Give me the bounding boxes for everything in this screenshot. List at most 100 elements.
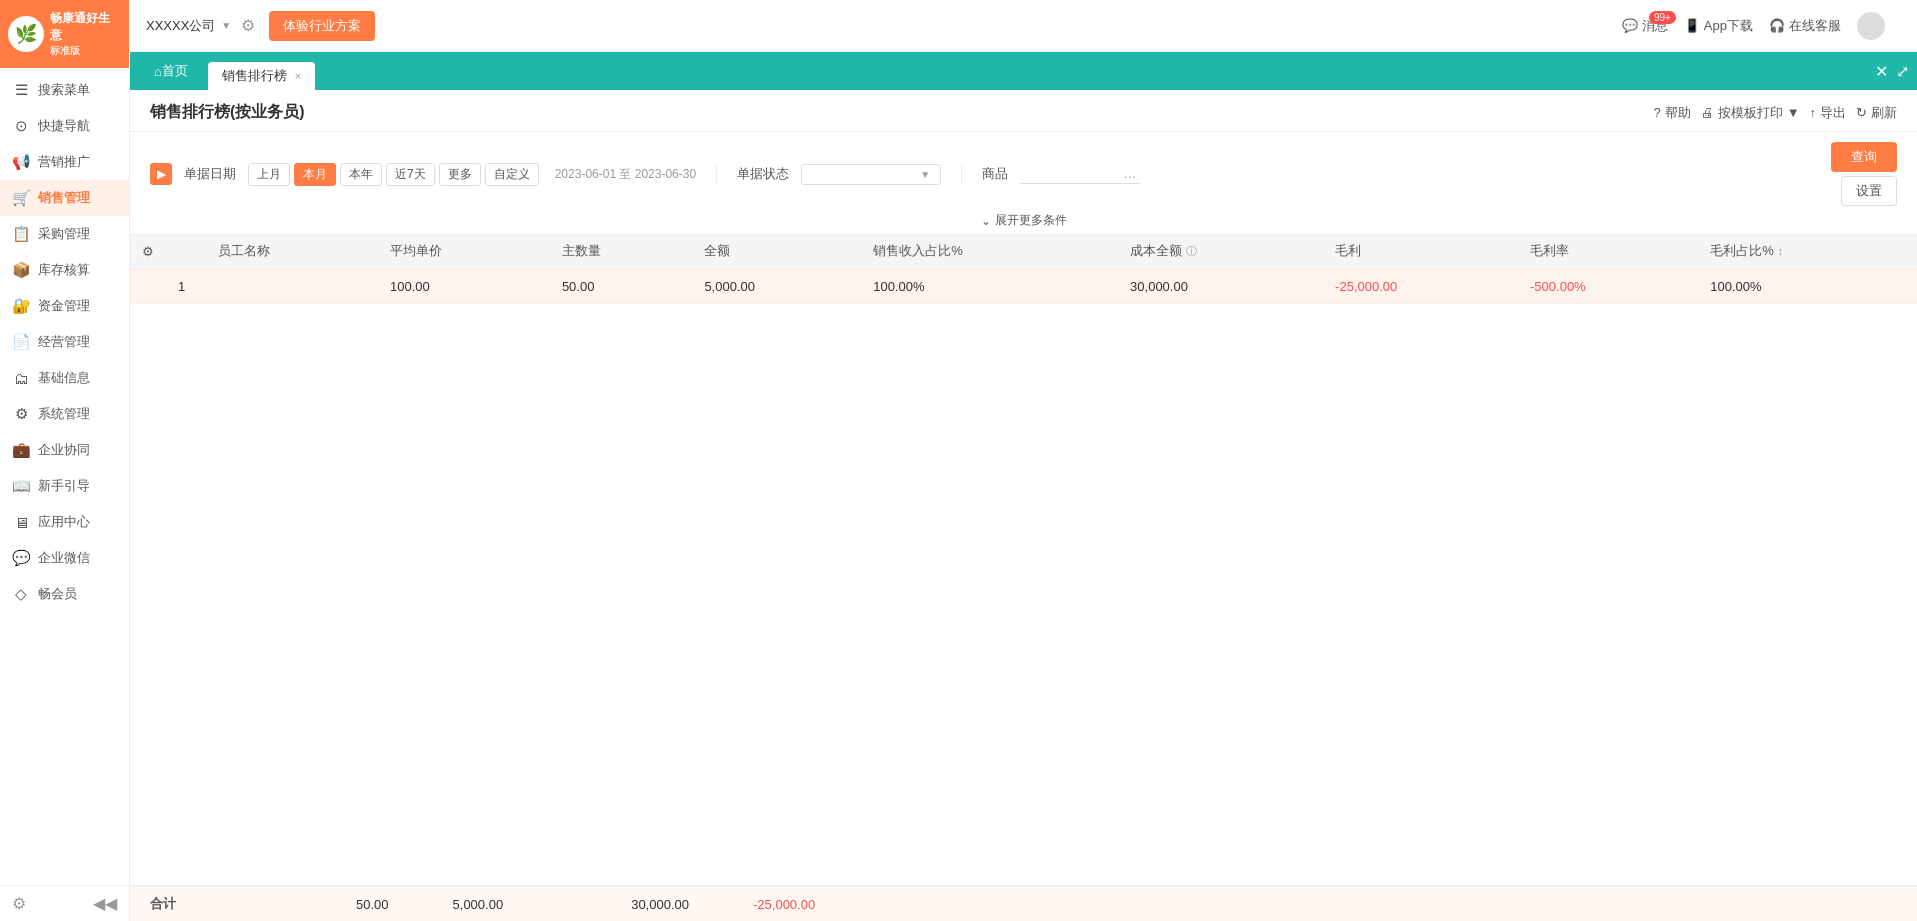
- sidebar-collapse-icon[interactable]: ◀◀: [93, 894, 117, 913]
- th-cost: 成本全额 ⓘ: [1118, 233, 1323, 270]
- online-service-label: 在线客服: [1789, 17, 1841, 35]
- sidebar-item-member[interactable]: ◇ 畅会员: [0, 576, 129, 612]
- sidebar-item-marketing[interactable]: 📢 营销推广: [0, 144, 129, 180]
- refresh-label: 刷新: [1871, 104, 1897, 122]
- expand-more-button[interactable]: ⌄ 展开更多条件: [981, 212, 1067, 229]
- sidebar-item-base[interactable]: 🗂 基础信息: [0, 360, 129, 396]
- sidebar-settings-icon[interactable]: ⚙: [12, 894, 26, 913]
- bottom-total-bar: 合计 50.00 5,000.00 30,000.00 -25,000.00: [130, 885, 1917, 921]
- td-settings: [130, 270, 166, 304]
- goods-filter-input[interactable]: …: [1020, 164, 1140, 184]
- sidebar-item-inventory[interactable]: 📦 库存核算: [0, 252, 129, 288]
- expand-chevron-icon: ⌄: [981, 214, 991, 228]
- td-rank: 1: [166, 270, 206, 304]
- gross-pct-sort-icon[interactable]: ↕: [1777, 245, 1783, 257]
- trial-button[interactable]: 体验行业方案: [269, 11, 375, 41]
- tab-home[interactable]: ⌂ 首页: [138, 52, 204, 90]
- sidebar-item-enterprise[interactable]: 💼 企业协同: [0, 432, 129, 468]
- date-btn-more[interactable]: 更多: [439, 163, 481, 186]
- sidebar-item-purchase[interactable]: 📋 采购管理: [0, 216, 129, 252]
- sidebar-item-finance-label: 资金管理: [38, 297, 90, 315]
- filter-section: ▶ 单据日期 上月 本月 本年 近7天 更多 自定义 2023-06-01 至 …: [130, 132, 1917, 233]
- help-button[interactable]: ? 帮助: [1653, 104, 1690, 122]
- app-download-button[interactable]: 📱 App下载: [1684, 17, 1753, 35]
- sidebar-item-operations[interactable]: 📄 经营管理: [0, 324, 129, 360]
- finance-icon: 🔐: [12, 297, 30, 315]
- cost-info-icon[interactable]: ⓘ: [1186, 245, 1197, 257]
- enterprise-icon: 💼: [12, 441, 30, 459]
- tab-sales-ranking-label: 销售排行榜: [222, 67, 287, 85]
- date-btn-last-month[interactable]: 上月: [248, 163, 290, 186]
- query-button[interactable]: 查询: [1831, 142, 1897, 172]
- status-select[interactable]: ▼: [801, 164, 941, 185]
- sidebar-item-wechat-label: 企业微信: [38, 549, 90, 567]
- expand-label: 展开更多条件: [995, 212, 1067, 229]
- page-header: 销售排行榜(按业务员) ? 帮助 🖨 按模板打印 ▼ ↑ 导出 ↻ 刷新: [130, 90, 1917, 132]
- th-quantity: 主数量: [550, 233, 693, 270]
- headset-icon: 🎧: [1769, 18, 1785, 33]
- user-avatar[interactable]: [1857, 12, 1885, 40]
- export-button[interactable]: ↑ 导出: [1810, 104, 1847, 122]
- th-name: 员工名称: [206, 233, 378, 270]
- date-btn-7days[interactable]: 近7天: [386, 163, 435, 186]
- topbar-settings-icon[interactable]: ⚙: [241, 16, 255, 35]
- quick-nav-icon: ⊙: [12, 117, 30, 135]
- date-btn-this-year[interactable]: 本年: [340, 163, 382, 186]
- th-settings[interactable]: ⚙: [130, 233, 166, 270]
- ranking-table: ⚙ 员工名称 平均单价 主数量 全额 销售收入占比% 成本全额 ⓘ 毛利: [130, 233, 1917, 304]
- tab-close-all-icon[interactable]: ✕: [1875, 62, 1888, 81]
- page-title: 销售排行榜(按业务员): [150, 102, 305, 123]
- footer-label: 合计: [150, 895, 176, 913]
- sidebar-item-sales[interactable]: 🛒 销售管理: [0, 180, 129, 216]
- page-actions: ? 帮助 🖨 按模板打印 ▼ ↑ 导出 ↻ 刷新: [1653, 104, 1897, 122]
- inventory-icon: 📦: [12, 261, 30, 279]
- wechat-icon: 💬: [12, 549, 30, 567]
- tab-close-icon[interactable]: ×: [295, 70, 301, 82]
- sidebar-item-search-label: 搜索菜单: [38, 81, 90, 99]
- print-chevron-icon: ▼: [1787, 105, 1800, 120]
- td-gross-rate: -500.00%: [1518, 270, 1698, 304]
- content-area: 销售排行榜(按业务员) ? 帮助 🖨 按模板打印 ▼ ↑ 导出 ↻ 刷新: [130, 90, 1917, 921]
- sidebar-item-guide[interactable]: 📖 新手引导: [0, 468, 129, 504]
- sidebar-item-quick-nav[interactable]: ⊙ 快捷导航: [0, 108, 129, 144]
- sidebar-item-apps[interactable]: 🖥 应用中心: [0, 504, 129, 540]
- date-filter-label: 单据日期: [184, 165, 236, 183]
- td-gross-pct: 100.00%: [1698, 270, 1917, 304]
- print-button[interactable]: 🖨 按模板打印 ▼: [1701, 104, 1800, 122]
- sidebar-item-system[interactable]: ⚙ 系统管理: [0, 396, 129, 432]
- sidebar: 🌿 畅康通好生意 标准版 ☰ 搜索菜单 ⊙ 快捷导航 📢 营销推广 🛒 销售管理…: [0, 0, 130, 921]
- filter-toggle-btn[interactable]: ▶: [150, 163, 172, 185]
- sidebar-item-finance[interactable]: 🔐 资金管理: [0, 288, 129, 324]
- refresh-button[interactable]: ↻ 刷新: [1856, 104, 1897, 122]
- date-btn-custom[interactable]: 自定义: [485, 163, 539, 186]
- topbar-right: 💬 消息 99+ 📱 App下载 🎧 在线客服: [1622, 12, 1901, 40]
- sidebar-item-wechat[interactable]: 💬 企业微信: [0, 540, 129, 576]
- logo-main-text: 畅康通好生意: [50, 10, 121, 44]
- app-download-icon: 📱: [1684, 18, 1700, 33]
- message-button[interactable]: 💬 消息 99+: [1622, 17, 1668, 35]
- topbar: XXXXX公司 ▼ ⚙ 体验行业方案 💬 消息 99+ 📱 App下载 🎧 在线…: [130, 0, 1917, 52]
- marketing-icon: 📢: [12, 153, 30, 171]
- company-selector[interactable]: XXXXX公司 ▼: [146, 17, 231, 35]
- th-gross: 毛利: [1323, 233, 1518, 270]
- sidebar-item-search[interactable]: ☰ 搜索菜单: [0, 72, 129, 108]
- logo-sub-text: 标准版: [50, 44, 121, 58]
- td-gross: -25,000.00: [1323, 270, 1518, 304]
- company-chevron-icon: ▼: [221, 20, 231, 31]
- settings-button[interactable]: 设置: [1841, 176, 1897, 206]
- date-btn-this-month[interactable]: 本月: [294, 163, 336, 186]
- th-rank: [166, 233, 206, 270]
- tab-expand-icon[interactable]: ⤢: [1896, 62, 1909, 81]
- th-amount: 全额: [692, 233, 861, 270]
- online-service-button[interactable]: 🎧 在线客服: [1769, 17, 1841, 35]
- column-settings-icon[interactable]: ⚙: [142, 244, 154, 259]
- logo-icon: 🌿: [8, 16, 44, 52]
- message-icon: 💬: [1622, 18, 1638, 33]
- print-label: 按模板打印: [1718, 104, 1783, 122]
- sidebar-item-sales-label: 销售管理: [38, 189, 90, 207]
- print-icon: 🖨: [1701, 105, 1714, 120]
- th-gross-pct: 毛利占比% ↕: [1698, 233, 1917, 270]
- tab-sales-ranking[interactable]: 销售排行榜 ×: [208, 62, 315, 90]
- operations-icon: 📄: [12, 333, 30, 351]
- expand-row: ⌄ 展开更多条件: [150, 206, 1897, 233]
